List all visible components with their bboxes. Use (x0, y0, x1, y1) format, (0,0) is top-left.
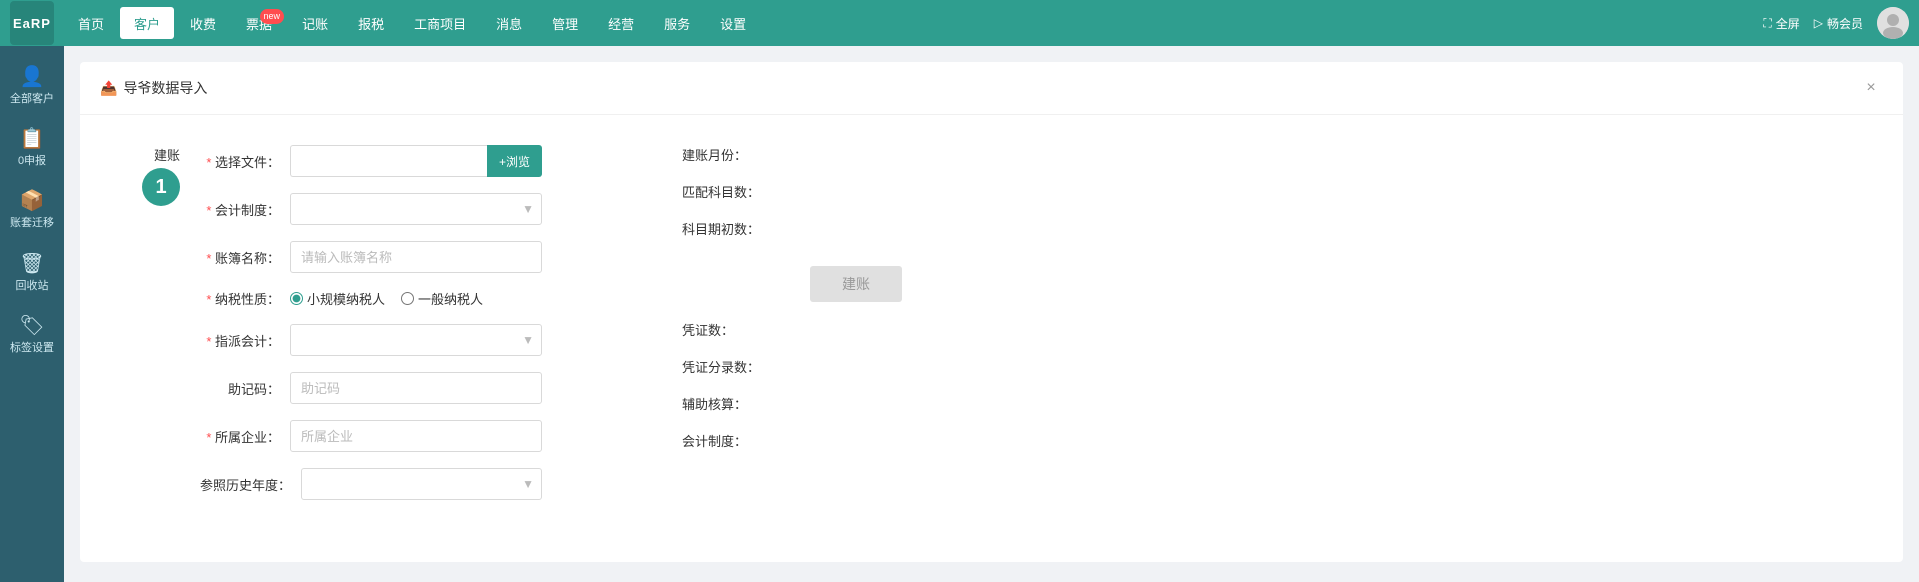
general-taxpayer-label[interactable]: 一般纳税人 (401, 289, 483, 308)
top-navigation: EaRP 首页 客户 收费 票据 new 记账 报税 工商项目 消息 管理 经营… (0, 0, 1919, 46)
nav-item-service[interactable]: 服务 (650, 7, 704, 39)
file-input[interactable] (290, 145, 487, 177)
app-logo: EaRP (10, 1, 54, 45)
memo-code-input[interactable] (290, 372, 542, 404)
assign-accountant-select-wrapper: ▼ (290, 324, 542, 356)
main-layout: 👤 全部客户 📋 0申报 📦 账套迁移 🗑 回收站 🏷 标签设置 📤 导 (0, 46, 1919, 582)
play-icon: ▷ (1814, 16, 1823, 30)
user-icon: 👤 (20, 64, 45, 89)
import-icon: 📤 (100, 80, 117, 97)
nav-item-client[interactable]: 客户 (120, 7, 174, 39)
aux-accounting-row: 辅助核算： (682, 394, 922, 413)
tag-icon: 🏷 (19, 313, 44, 338)
assign-accountant-select[interactable] (290, 324, 542, 356)
nav-item-invoice[interactable]: 票据 new (232, 7, 286, 39)
voucher-entries-label: 凭证分录数： (682, 357, 772, 376)
nav-right-area: ⛶ 全屏 ▷ 畅会员 (1763, 7, 1909, 39)
small-taxpayer-label[interactable]: 小规模纳税人 (290, 289, 385, 308)
migrate-icon: 📦 (20, 188, 45, 213)
tax-type-radio-group: 小规模纳税人 一般纳税人 (290, 289, 542, 308)
ledger-name-input[interactable] (290, 241, 542, 273)
enterprise-label: 所属企业： (200, 427, 280, 446)
declaration-icon: 📋 (20, 126, 45, 151)
nav-item-settings[interactable]: 设置 (706, 7, 760, 39)
sidebar-item-migrate[interactable]: 📦 账套迁移 (3, 180, 61, 238)
member-btn[interactable]: ▷ 畅会员 (1814, 15, 1863, 32)
fullscreen-btn[interactable]: ⛶ 全屏 (1763, 15, 1799, 32)
info-accounting-system-row: 会计制度： (682, 431, 922, 450)
dialog-card: 📤 导爷数据导入 × 建账 1 (80, 62, 1903, 562)
sidebar-item-tags[interactable]: 🏷 标签设置 (3, 305, 61, 363)
history-year-row: 参照历史年度： ▼ (200, 468, 542, 500)
dialog-header: 📤 导爷数据导入 × (80, 62, 1903, 115)
sidebar-item-trash[interactable]: 🗑 回收站 (3, 243, 61, 301)
match-subjects-row: 匹配科目数： (682, 182, 922, 201)
build-button[interactable]: 建账 (810, 266, 902, 302)
tax-type-label: 纳税性质： (200, 289, 280, 308)
subject-init-label: 科目期初数： (682, 219, 772, 238)
voucher-count-label: 凭证数： (682, 320, 772, 339)
logo-text: EaRP (13, 16, 51, 31)
nav-item-bookkeeping[interactable]: 记账 (288, 7, 342, 39)
accounting-system-select[interactable] (290, 193, 542, 225)
dialog-title-area: 📤 导爷数据导入 (100, 78, 207, 98)
user-avatar[interactable] (1877, 7, 1909, 39)
nav-menu: 首页 客户 收费 票据 new 记账 报税 工商项目 消息 管理 经营 服务 设… (64, 7, 1763, 39)
form-section: 选择文件： +浏览 会计制度： (200, 145, 542, 500)
build-month-row: 建账月份： (682, 145, 922, 164)
browse-button[interactable]: +浏览 (487, 145, 542, 177)
dialog-title: 导爷数据导入 (123, 78, 207, 98)
info-panel: 建账月份： 匹配科目数： 科目期初数： 建 (682, 145, 922, 500)
nav-item-tax[interactable]: 报税 (344, 7, 398, 39)
step-circle: 1 (142, 168, 180, 206)
info-section: 建账月份： 匹配科目数： 科目期初数： 建 (682, 145, 922, 450)
match-subjects-label: 匹配科目数： (682, 182, 772, 201)
new-badge: new (260, 9, 285, 24)
nav-item-message[interactable]: 消息 (482, 7, 536, 39)
ledger-name-row: 账簿名称： (200, 241, 542, 273)
trash-icon: 🗑 (19, 251, 44, 276)
general-taxpayer-radio[interactable] (401, 292, 414, 305)
accounting-system-select-wrapper: ▼ (290, 193, 542, 225)
accounting-system-row: 会计制度： ▼ (200, 193, 542, 225)
step-section: 建账 1 (100, 145, 180, 206)
close-button[interactable]: × (1859, 76, 1883, 100)
build-month-label: 建账月份： (682, 145, 772, 164)
sidebar: 👤 全部客户 📋 0申报 📦 账套迁移 🗑 回收站 🏷 标签设置 (0, 46, 64, 582)
aux-accounting-label: 辅助核算： (682, 394, 772, 413)
enterprise-input[interactable] (290, 420, 542, 452)
nav-item-manage[interactable]: 管理 (538, 7, 592, 39)
nav-item-operation[interactable]: 经营 (594, 7, 648, 39)
voucher-count-row: 凭证数： (682, 320, 922, 339)
enterprise-row: 所属企业： (200, 420, 542, 452)
fullscreen-icon: ⛶ (1763, 16, 1771, 31)
content-area: 📤 导爷数据导入 × 建账 1 (64, 46, 1919, 582)
ledger-name-label: 账簿名称： (200, 248, 280, 267)
accounting-system-label: 会计制度： (200, 200, 280, 219)
nav-item-business[interactable]: 工商项目 (400, 7, 480, 39)
file-input-group: +浏览 (290, 145, 542, 177)
memo-code-row: 助记码： (200, 372, 542, 404)
dialog-body: 建账 1 选择文件： + (80, 115, 1903, 530)
subject-init-row: 科目期初数： (682, 219, 922, 238)
nav-item-fee[interactable]: 收费 (176, 7, 230, 39)
memo-code-label: 助记码： (200, 379, 280, 398)
nav-item-home[interactable]: 首页 (64, 7, 118, 39)
tax-type-row: 纳税性质： 小规模纳税人 一般纳税人 (200, 289, 542, 308)
info-accounting-system-label: 会计制度： (682, 431, 772, 450)
file-label: 选择文件： (200, 152, 280, 171)
assign-accountant-label: 指派会计： (200, 331, 280, 350)
sidebar-item-all-clients[interactable]: 👤 全部客户 (3, 56, 61, 114)
history-year-select-wrapper: ▼ (301, 468, 542, 500)
history-year-label: 参照历史年度： (200, 475, 291, 494)
sidebar-item-declaration[interactable]: 📋 0申报 (3, 118, 61, 176)
small-taxpayer-radio[interactable] (290, 292, 303, 305)
assign-accountant-row: 指派会计： ▼ (200, 324, 542, 356)
file-row: 选择文件： +浏览 (200, 145, 542, 177)
form-grid: 选择文件： +浏览 会计制度： (200, 145, 542, 500)
voucher-entries-row: 凭证分录数： (682, 357, 922, 376)
history-year-select[interactable] (301, 468, 542, 500)
